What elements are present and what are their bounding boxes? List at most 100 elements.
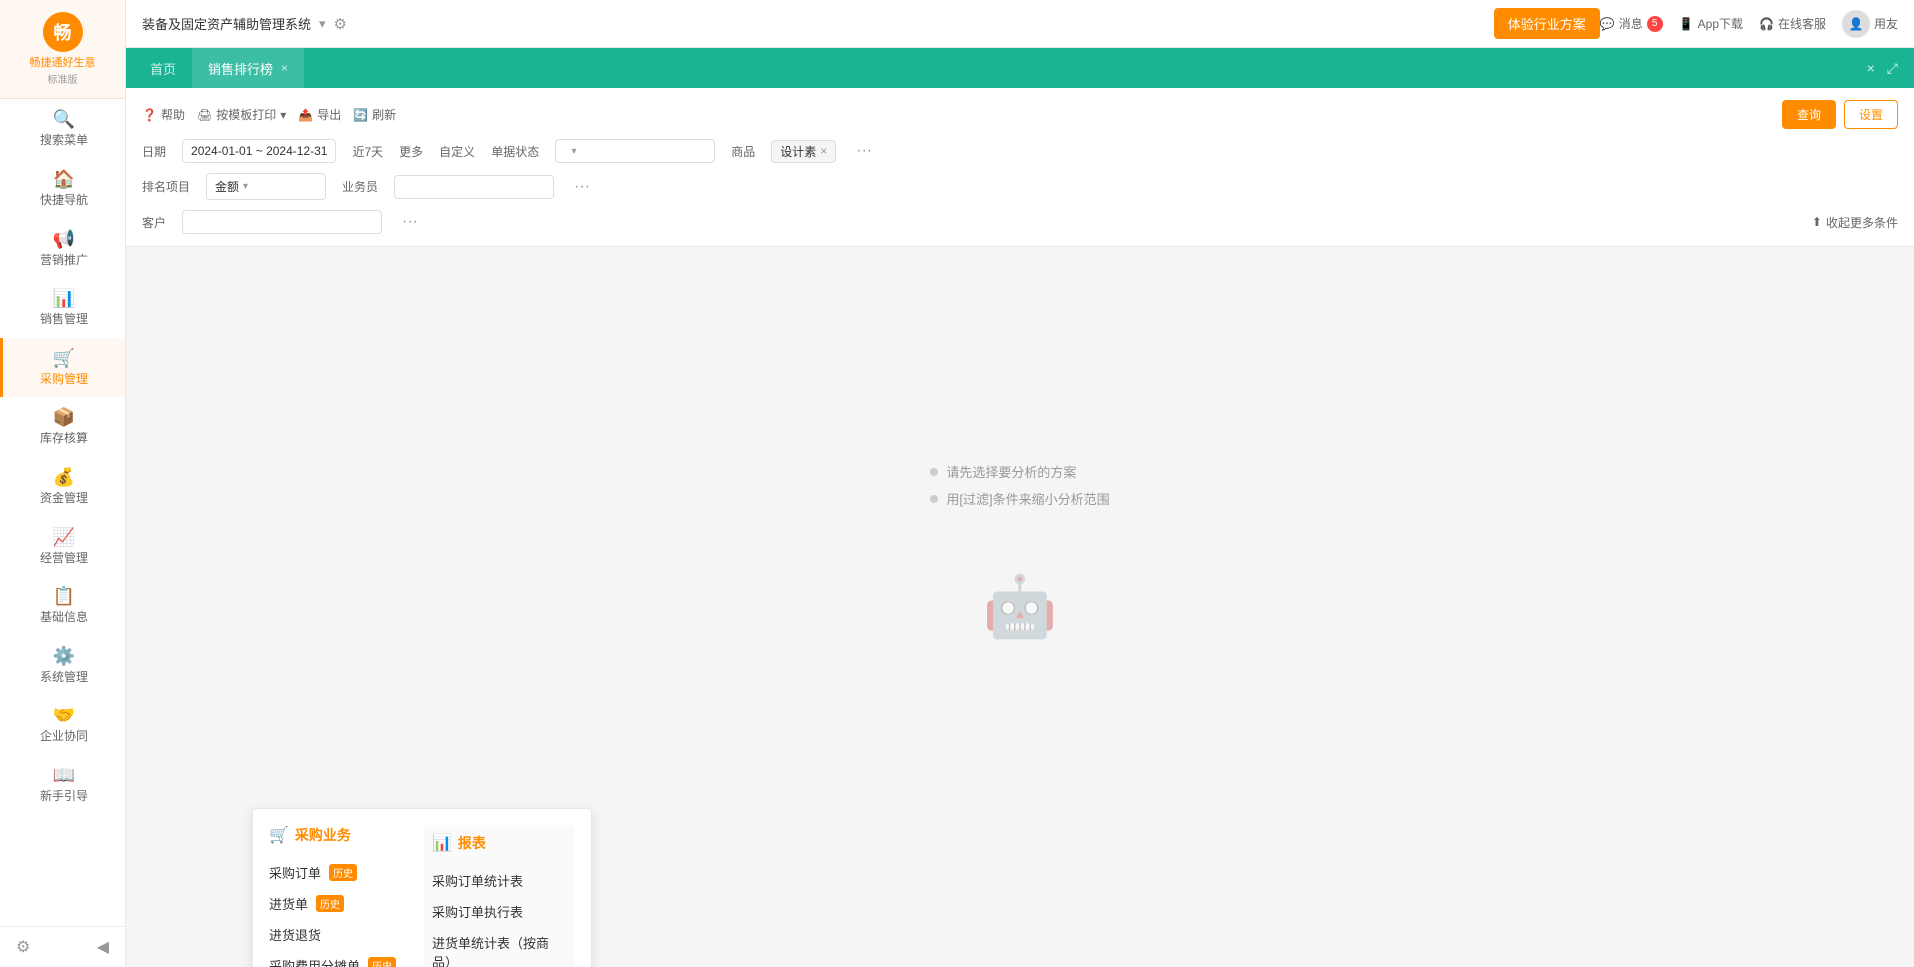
filter-bar: ❓ 帮助 🖨 按模板打印 ▾ 📤 导出 🔄 刷新 <box>126 88 1914 247</box>
app-download-action[interactable]: 📱 App下载 <box>1679 15 1743 32</box>
goods-tag-close[interactable]: × <box>820 144 827 158</box>
sidebar-item-quick-nav[interactable]: 🏠 快捷导航 <box>0 159 125 219</box>
purchase-receipt-stat-item[interactable]: 进货单统计表（按商品） <box>432 927 567 967</box>
tabbar-close-btn[interactable]: × <box>1867 60 1875 77</box>
system-nav-icon: ⚙️ <box>53 646 75 667</box>
sidebar-label-guide: 新手引导 <box>40 789 88 805</box>
refresh-action[interactable]: 🔄 刷新 <box>353 106 396 123</box>
salesperson-dots[interactable]: ··· <box>574 178 590 196</box>
purchase-receipt-label: 进货单 <box>269 894 308 913</box>
order-status-select[interactable]: ▾ <box>555 139 715 163</box>
sidebar-item-finance[interactable]: 💰 资金管理 <box>0 457 125 517</box>
finance-nav-icon: 💰 <box>53 467 75 488</box>
empty-tip-1: 请先选择要分析的方案 <box>930 462 1076 481</box>
sidebar-label-search: 搜索菜单 <box>40 133 88 149</box>
tab-home[interactable]: 首页 <box>134 48 192 88</box>
logo-text: 畅捷通好生意 <box>30 56 96 71</box>
purchase-order-exec-item[interactable]: 采购订单执行表 <box>432 896 567 927</box>
marketing-nav-icon: 📢 <box>53 229 75 250</box>
message-action[interactable]: 💬 消息 5 <box>1600 15 1663 32</box>
empty-illustration: 🤖 <box>983 571 1058 642</box>
date-preset-custom[interactable]: 自定义 <box>439 143 475 160</box>
ranking-label: 排名项目 <box>142 178 190 195</box>
help-action[interactable]: ❓ 帮助 <box>142 106 185 123</box>
user-action[interactable]: 👤 用友 <box>1842 10 1898 38</box>
salesperson-select[interactable] <box>394 175 554 199</box>
empty-tip-2: 用[过滤]条件来缩小分析范围 <box>930 489 1109 508</box>
help-icon: ❓ <box>142 108 157 122</box>
purchase-return-item[interactable]: 进货退货 <box>269 919 404 950</box>
sidebar-item-enterprise[interactable]: 🤝 企业协同 <box>0 695 125 755</box>
message-badge: 5 <box>1647 16 1663 32</box>
content-area: ❓ 帮助 🖨 按模板打印 ▾ 📤 导出 🔄 刷新 <box>126 88 1914 967</box>
refresh-icon: 🔄 <box>353 108 368 122</box>
sidebar-label-finance: 资金管理 <box>40 491 88 507</box>
purchase-report-icon: 📊 <box>432 833 452 853</box>
goods-more-dots[interactable]: ··· <box>856 142 872 160</box>
sidebar-item-sales[interactable]: 📊 销售管理 <box>0 278 125 338</box>
sidebar-label-inventory: 库存核算 <box>40 431 88 447</box>
date-range-select[interactable]: 2024-01-01 ~ 2024-12-31 <box>182 139 336 163</box>
tabbar-expand-btn[interactable]: ⤢ <box>1887 60 1898 77</box>
purchase-return-label: 进货退货 <box>269 925 321 944</box>
filter-row-1: 日期 2024-01-01 ~ 2024-12-31 近7天 更多 自定义 单据… <box>142 139 1898 163</box>
sidebar-label-marketing: 营销推广 <box>40 253 88 269</box>
date-range-value: 2024-01-01 ~ 2024-12-31 <box>191 144 327 158</box>
sidebar-item-system[interactable]: ⚙️ 系统管理 <box>0 636 125 696</box>
purchase-order-stat-item[interactable]: 采购订单统计表 <box>432 865 567 896</box>
tabbar-controls: × ⤢ <box>1867 60 1898 77</box>
date-filter-label: 日期 <box>142 143 166 160</box>
ranking-select[interactable]: 金额 ▾ <box>206 173 326 200</box>
sidebar-item-operation[interactable]: 📈 经营管理 <box>0 517 125 577</box>
sales-nav-icon: 📊 <box>53 288 75 309</box>
sidebar-item-purchase[interactable]: 🛒 采购管理 <box>0 338 125 398</box>
tip1-dot <box>930 468 938 476</box>
sidebar-footer: ⚙ ◀ <box>0 926 125 967</box>
purchase-receipt-history: 历史 <box>316 895 344 912</box>
sidebar: 畅 畅捷通好生意 标准版 🔍 搜索菜单 🏠 快捷导航 📢 营销推广 📊 销售管理… <box>0 0 126 967</box>
print-action[interactable]: 🖨 按模板打印 ▾ <box>197 106 286 123</box>
topbar-dropdown-arrow[interactable]: ▾ <box>319 16 326 32</box>
print-dropdown-icon: ▾ <box>280 108 286 122</box>
sidebar-item-guide[interactable]: 📖 新手引导 <box>0 755 125 815</box>
logo-badge: 标准版 <box>48 71 78 86</box>
footer-settings-icon[interactable]: ⚙ <box>16 937 30 957</box>
main-content: 装备及固定资产辅助管理系统 ▾ ⚙ 体验行业方案 💬 消息 5 📱 App下载 … <box>126 0 1914 967</box>
empty-state: 请先选择要分析的方案 用[过滤]条件来缩小分析范围 🤖 <box>126 247 1914 723</box>
sidebar-item-basic-info[interactable]: 📋 基础信息 <box>0 576 125 636</box>
industry-solution-button[interactable]: 体验行业方案 <box>1494 8 1600 39</box>
purchase-order-item[interactable]: 采购订单 历史 <box>269 857 404 888</box>
empty-tips: 请先选择要分析的方案 用[过滤]条件来缩小分析范围 <box>930 462 1109 508</box>
purchase-business-title: 🛒 采购业务 <box>269 825 404 845</box>
settings-button[interactable]: 设置 <box>1844 100 1898 129</box>
purchase-dropdown-menu: 🛒 采购业务 采购订单 历史 进货单 历史 进货退货 采购费用分摊单 历史 <box>252 808 592 967</box>
topbar-settings-icon[interactable]: ⚙ <box>334 15 347 33</box>
sidebar-logo: 畅 畅捷通好生意 标准版 <box>0 0 125 99</box>
basic-info-nav-icon: 📋 <box>53 586 75 607</box>
home-nav-icon: 🏠 <box>53 169 75 190</box>
tab-close-icon[interactable]: × <box>281 61 288 75</box>
logo-icon: 畅 <box>43 12 83 52</box>
purchase-expense-label: 采购费用分摊单 <box>269 956 360 967</box>
date-preset-7days[interactable]: 近7天 <box>352 143 383 160</box>
export-action[interactable]: 📤 导出 <box>298 106 341 123</box>
query-button[interactable]: 查询 <box>1782 100 1836 129</box>
export-icon: 📤 <box>298 108 313 122</box>
purchase-receipt-item[interactable]: 进货单 历史 <box>269 888 404 919</box>
tabbar: 首页 销售排行榜 × × ⤢ <box>126 48 1914 88</box>
customer-dots[interactable]: ··· <box>402 213 418 231</box>
empty-robot-icon: 🤖 <box>983 571 1058 642</box>
sidebar-item-search[interactable]: 🔍 搜索菜单 <box>0 99 125 159</box>
date-preset-more[interactable]: 更多 <box>399 143 423 160</box>
collapse-button[interactable]: ⬆ 收起更多条件 <box>1812 214 1898 231</box>
purchase-order-label: 采购订单 <box>269 863 321 882</box>
sidebar-item-marketing[interactable]: 📢 营销推广 <box>0 219 125 279</box>
purchase-expense-item[interactable]: 采购费用分摊单 历史 <box>269 950 404 967</box>
online-service-action[interactable]: 🎧 在线客服 <box>1759 15 1826 32</box>
tab-sales-ranking[interactable]: 销售排行榜 × <box>192 48 304 88</box>
footer-collapse-icon[interactable]: ◀ <box>97 937 109 957</box>
customer-select[interactable] <box>182 210 382 234</box>
headset-icon: 🎧 <box>1759 17 1774 31</box>
customer-label: 客户 <box>142 214 166 231</box>
sidebar-item-inventory[interactable]: 📦 库存核算 <box>0 397 125 457</box>
